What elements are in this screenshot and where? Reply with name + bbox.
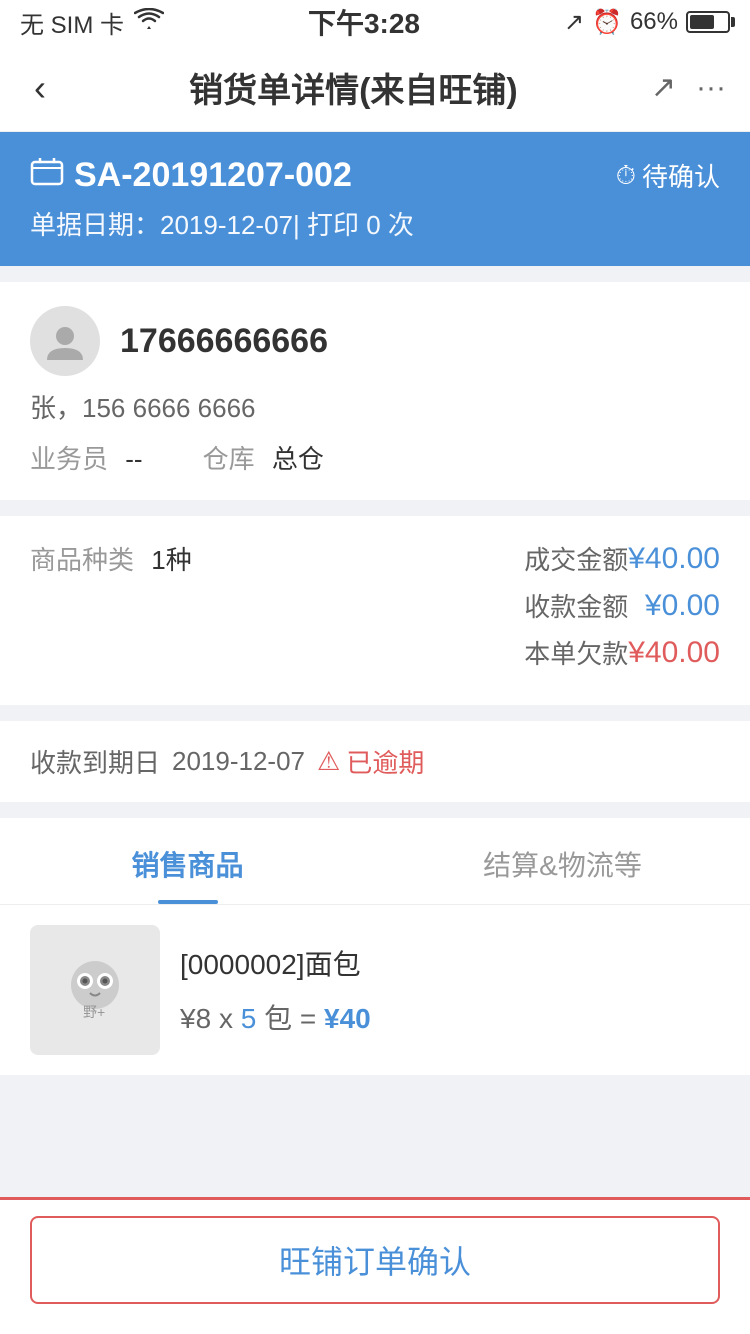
wifi-icon — [134, 8, 164, 37]
due-date-value: 2019-12-07 — [172, 746, 305, 777]
order-number: SA-20191207-002 — [30, 156, 352, 195]
status-clock-icon: ⏱ — [616, 160, 636, 192]
order-icon — [30, 156, 64, 195]
amount-value: ¥40.00 — [628, 542, 720, 576]
due-date-label: 收款到期日 — [30, 743, 160, 780]
status-left: 无 SIM 卡 — [20, 5, 164, 40]
balance-label: 本单欠款 — [524, 634, 628, 671]
received-label: 收款金额 — [524, 587, 628, 624]
order-status: ⏱ 待确认 — [616, 157, 720, 194]
back-button[interactable]: ‹ — [24, 57, 56, 119]
battery-icon — [686, 11, 730, 33]
warehouse-label: 仓库 — [203, 444, 255, 474]
product-name: [0000002]面包 — [180, 943, 720, 983]
nav-actions: ↗ ··· — [651, 70, 726, 105]
customer-phone: 17666666666 — [120, 322, 328, 361]
overdue-icon: ⚠ — [317, 746, 340, 777]
balance-value: ¥40.00 — [628, 636, 720, 670]
svg-text:野+: 野+ — [83, 1004, 105, 1020]
overdue-text: 已逾期 — [346, 743, 424, 780]
tabs-row: 销售商品 结算&物流等 — [0, 818, 750, 905]
order-header: SA-20191207-002 ⏱ 待确认 单据日期：2019-12-07| 打… — [0, 132, 750, 266]
customer-meta: 业务员 -- 仓库 总仓 — [30, 439, 720, 476]
summary-section: 商品种类 1种 成交金额 ¥40.00 收款金额 ¥0.00 本单欠款 ¥40.… — [0, 516, 750, 705]
nav-bar: ‹ 销货单详情(来自旺铺) ↗ ··· — [0, 44, 750, 132]
alarm-icon: ⏰ — [592, 8, 622, 37]
product-type-value: 1种 — [151, 545, 191, 575]
location-icon: ↗ — [564, 8, 584, 37]
product-total: ¥40 — [324, 1003, 371, 1034]
carrier-label: 无 SIM 卡 — [20, 5, 124, 40]
product-type-label: 商品种类 — [30, 545, 134, 575]
product-thumbnail: 野+ — [30, 925, 160, 1055]
salesperson-label: 业务员 — [30, 444, 108, 474]
warehouse-value: 总仓 — [272, 444, 324, 474]
customer-avatar — [30, 306, 100, 376]
status-bar: 无 SIM 卡 下午3:28 ↗ ⏰ 66% — [0, 0, 750, 44]
share-button[interactable]: ↗ — [651, 70, 676, 105]
tab-settlement[interactable]: 结算&物流等 — [375, 818, 750, 904]
customer-section: 17666666666 张，156 6666 6666 业务员 -- 仓库 总仓 — [0, 282, 750, 500]
product-item: 野+ [0000002]面包 ¥8 x 5 包 = ¥40 — [30, 925, 720, 1055]
overdue-badge: ⚠ 已逾期 — [317, 743, 424, 780]
status-right: ↗ ⏰ 66% — [564, 8, 730, 37]
received-value: ¥0.00 — [645, 589, 720, 623]
customer-name: 张，156 6666 6666 — [30, 388, 720, 425]
due-section: 收款到期日 2019-12-07 ⚠ 已逾期 — [0, 721, 750, 802]
amount-label: 成交金额 — [524, 540, 628, 577]
tab-sales-product[interactable]: 销售商品 — [0, 818, 375, 904]
bottom-bar: 旺铺订单确认 — [0, 1197, 750, 1334]
battery-label: 66% — [630, 8, 678, 36]
product-price: ¥8 x 5 包 = ¥40 — [180, 997, 720, 1037]
tabs-section: 销售商品 结算&物流等 野+ [0000002]面 — [0, 818, 750, 1075]
confirm-order-button[interactable]: 旺铺订单确认 — [30, 1216, 720, 1304]
salesperson-value: -- — [125, 444, 142, 474]
product-list: 野+ [0000002]面包 ¥8 x 5 包 = ¥40 — [0, 905, 750, 1075]
status-time: 下午3:28 — [308, 2, 420, 42]
product-info: [0000002]面包 ¥8 x 5 包 = ¥40 — [180, 943, 720, 1037]
product-qty: 5 — [241, 1003, 257, 1034]
page-title: 销货单详情(来自旺铺) — [189, 63, 518, 112]
more-button[interactable]: ··· — [696, 71, 726, 105]
order-date: 单据日期：2019-12-07| 打印 0 次 — [30, 205, 720, 242]
